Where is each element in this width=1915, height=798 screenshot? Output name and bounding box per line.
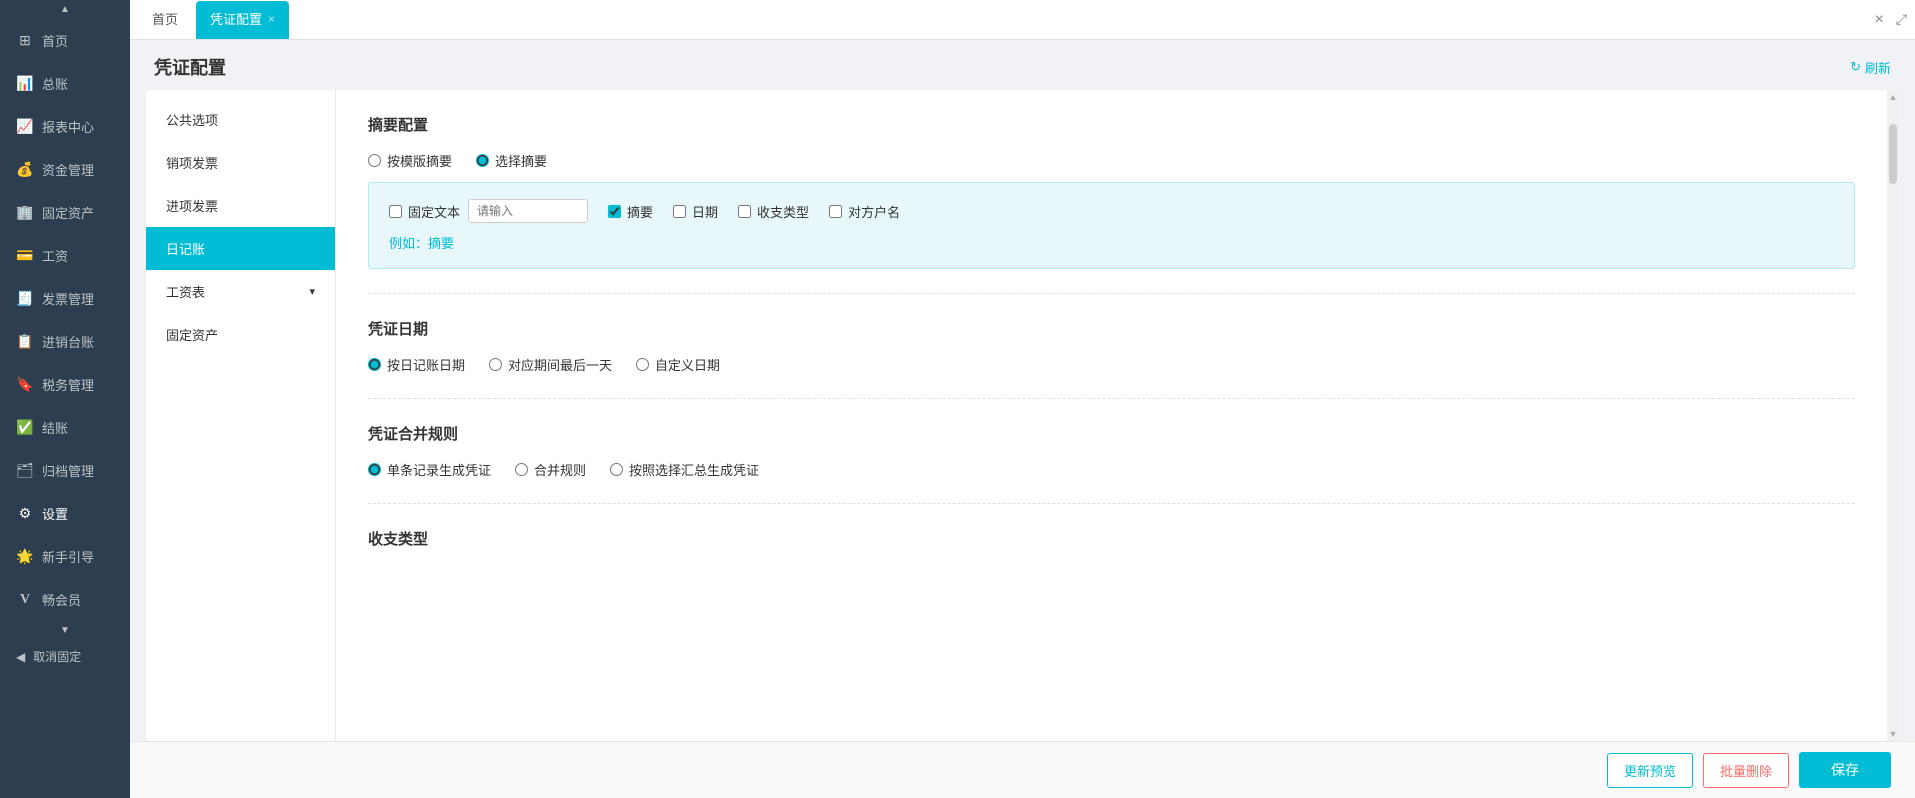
summary-title: 摘要配置 (368, 114, 1855, 135)
sidebar-item-vip[interactable]: V 畅会员 (0, 578, 130, 621)
radio-journal-date[interactable]: 按日记账日期 (368, 355, 465, 374)
window-controls: × ⤢ (1874, 11, 1907, 29)
checkbox-income-type[interactable]: 收支类型 (738, 202, 809, 221)
tab-close-button[interactable]: × (268, 12, 275, 26)
tab-voucher-config[interactable]: 凭证配置 × (196, 1, 289, 39)
save-button[interactable]: 保存 (1799, 752, 1891, 788)
home-tab-label: 首页 (152, 9, 178, 28)
ledger-icon: 📊 (16, 75, 34, 92)
nav-item-journal[interactable]: 日记账 (146, 227, 335, 270)
sidebar-item-salary[interactable]: 💳 工资 (0, 234, 130, 277)
refresh-icon: ↻ (1850, 59, 1861, 75)
window-close-button[interactable]: × (1874, 11, 1883, 29)
main-area: 首页 凭证配置 × × ⤢ 凭证配置 ↻ 刷新 公共选项 (130, 0, 1915, 798)
settle-icon: ✅ (16, 419, 34, 436)
guide-icon: 🌟 (16, 548, 34, 565)
archive-icon: 🗂 (16, 462, 34, 479)
invoice-icon: 🧾 (16, 290, 34, 307)
active-tab-label: 凭证配置 (210, 9, 262, 28)
summary-mode-options: 按模版摘要 选择摘要 (368, 151, 1855, 170)
merge-title: 凭证合并规则 (368, 423, 1855, 444)
settings-icon: ⚙ (16, 505, 34, 522)
right-content: 摘要配置 按模版摘要 选择摘要 (336, 90, 1887, 741)
pin-icon: ◀ (16, 650, 25, 664)
sidebar-item-trade[interactable]: 📋 进销台账 (0, 320, 130, 363)
sidebar-item-archive[interactable]: 🗂 归档管理 (0, 449, 130, 492)
fixed-text-row: 固定文本 (389, 199, 588, 223)
sidebar-unpin-button[interactable]: ◀ 取消固定 (0, 640, 130, 673)
report-icon: 📈 (16, 118, 34, 135)
section-summary: 摘要配置 按模版摘要 选择摘要 (368, 114, 1855, 294)
nav-item-purchase[interactable]: 进项发票 (146, 184, 335, 227)
refresh-button[interactable]: ↻ 刷新 (1850, 58, 1891, 77)
date-title: 凭证日期 (368, 318, 1855, 339)
income-type-title: 收支类型 (368, 528, 1855, 549)
sidebar-item-invoice[interactable]: 🧾 发票管理 (0, 277, 130, 320)
sidebar-item-report[interactable]: 📈 报表中心 (0, 105, 130, 148)
salary-icon: 💳 (16, 247, 34, 264)
sidebar: ▲ ⊞ 首页 📊 总账 📈 报表中心 💰 资金管理 🏢 固定资产 💳 工资 🧾 … (0, 0, 130, 798)
batch-delete-button[interactable]: 批量删除 (1703, 753, 1789, 788)
section-merge: 凭证合并规则 单条记录生成凭证 合并规则 (368, 423, 1855, 504)
left-nav: 公共选项 销项发票 进项发票 日记账 工资表 ▾ 固定资产 (146, 90, 336, 741)
nav-item-sales[interactable]: 销项发票 (146, 141, 335, 184)
sidebar-item-tax[interactable]: 🔖 税务管理 (0, 363, 130, 406)
fund-icon: 💰 (16, 161, 34, 178)
checkbox-summary[interactable]: 摘要 (608, 202, 653, 221)
nav-item-public[interactable]: 公共选项 (146, 98, 335, 141)
sidebar-item-asset[interactable]: 🏢 固定资产 (0, 191, 130, 234)
section-date: 凭证日期 按日记账日期 对应期间最后一天 (368, 318, 1855, 399)
radio-select-summary[interactable]: 选择摘要 (476, 151, 547, 170)
sidebar-item-ledger[interactable]: 📊 总账 (0, 62, 130, 105)
example-text: 例如：摘要 (389, 233, 1834, 252)
bottom-action-bar: 更新预览 批量删除 保存 (130, 741, 1915, 798)
radio-merge-rule[interactable]: 合并规则 (515, 460, 586, 479)
sidebar-item-settle[interactable]: ✅ 结账 (0, 406, 130, 449)
body-layout: 公共选项 销项发票 进项发票 日记账 工资表 ▾ 固定资产 (130, 90, 1915, 741)
scroll-up-arrow[interactable]: ▲ (1887, 90, 1899, 104)
window-maximize-button[interactable]: ⤢ (1896, 11, 1907, 28)
tax-icon: 🔖 (16, 376, 34, 393)
asset-icon: 🏢 (16, 204, 34, 221)
summary-options-row: 固定文本 摘要 日期 (389, 199, 1834, 223)
sidebar-item-settings[interactable]: ⚙ 设置 (0, 492, 130, 535)
scrollbar-track: ▲ ▼ (1887, 90, 1899, 741)
radio-template-summary[interactable]: 按模版摘要 (368, 151, 452, 170)
tab-home[interactable]: 首页 (138, 1, 192, 39)
summary-config-box: 固定文本 摘要 日期 (368, 182, 1855, 269)
sidebar-item-fund[interactable]: 💰 资金管理 (0, 148, 130, 191)
checkbox-date[interactable]: 日期 (673, 202, 718, 221)
radio-custom-date[interactable]: 自定义日期 (636, 355, 720, 374)
scroll-down-arrow[interactable]: ▼ (1887, 727, 1899, 741)
section-income-type: 收支类型 (368, 528, 1855, 605)
sidebar-item-home[interactable]: ⊞ 首页 (0, 19, 130, 62)
content-wrapper: 凭证配置 ↻ 刷新 公共选项 销项发票 进项发票 日记账 (130, 40, 1915, 798)
radio-summary-generate[interactable]: 按照选择汇总生成凭证 (610, 460, 759, 479)
date-options-row: 按日记账日期 对应期间最后一天 自定义日期 (368, 355, 1855, 374)
home-icon: ⊞ (16, 32, 34, 49)
checkbox-fixed-text[interactable]: 固定文本 (389, 202, 460, 221)
vip-icon: V (16, 592, 34, 608)
nav-item-salary[interactable]: 工资表 ▾ (146, 270, 335, 313)
sidebar-scroll-down[interactable]: ▼ (0, 621, 130, 640)
sidebar-item-guide[interactable]: 🌟 新手引导 (0, 535, 130, 578)
tab-bar: 首页 凭证配置 × × ⤢ (130, 0, 1915, 40)
page-header: 凭证配置 ↻ 刷新 (130, 40, 1915, 90)
update-preview-button[interactable]: 更新预览 (1607, 753, 1693, 788)
radio-period-last-day[interactable]: 对应期间最后一天 (489, 355, 612, 374)
page-title: 凭证配置 (154, 54, 226, 80)
checkbox-counterpart[interactable]: 对方户名 (829, 202, 900, 221)
merge-options-row: 单条记录生成凭证 合并规则 按照选择汇总生成凭证 (368, 460, 1855, 479)
scroll-thumb[interactable] (1889, 124, 1897, 184)
radio-single-record[interactable]: 单条记录生成凭证 (368, 460, 491, 479)
fixed-text-input[interactable] (468, 199, 588, 223)
trade-icon: 📋 (16, 333, 34, 350)
salary-chevron-icon: ▾ (309, 285, 315, 298)
sidebar-scroll-up[interactable]: ▲ (0, 0, 130, 19)
nav-item-fixed-asset[interactable]: 固定资产 (146, 313, 335, 356)
